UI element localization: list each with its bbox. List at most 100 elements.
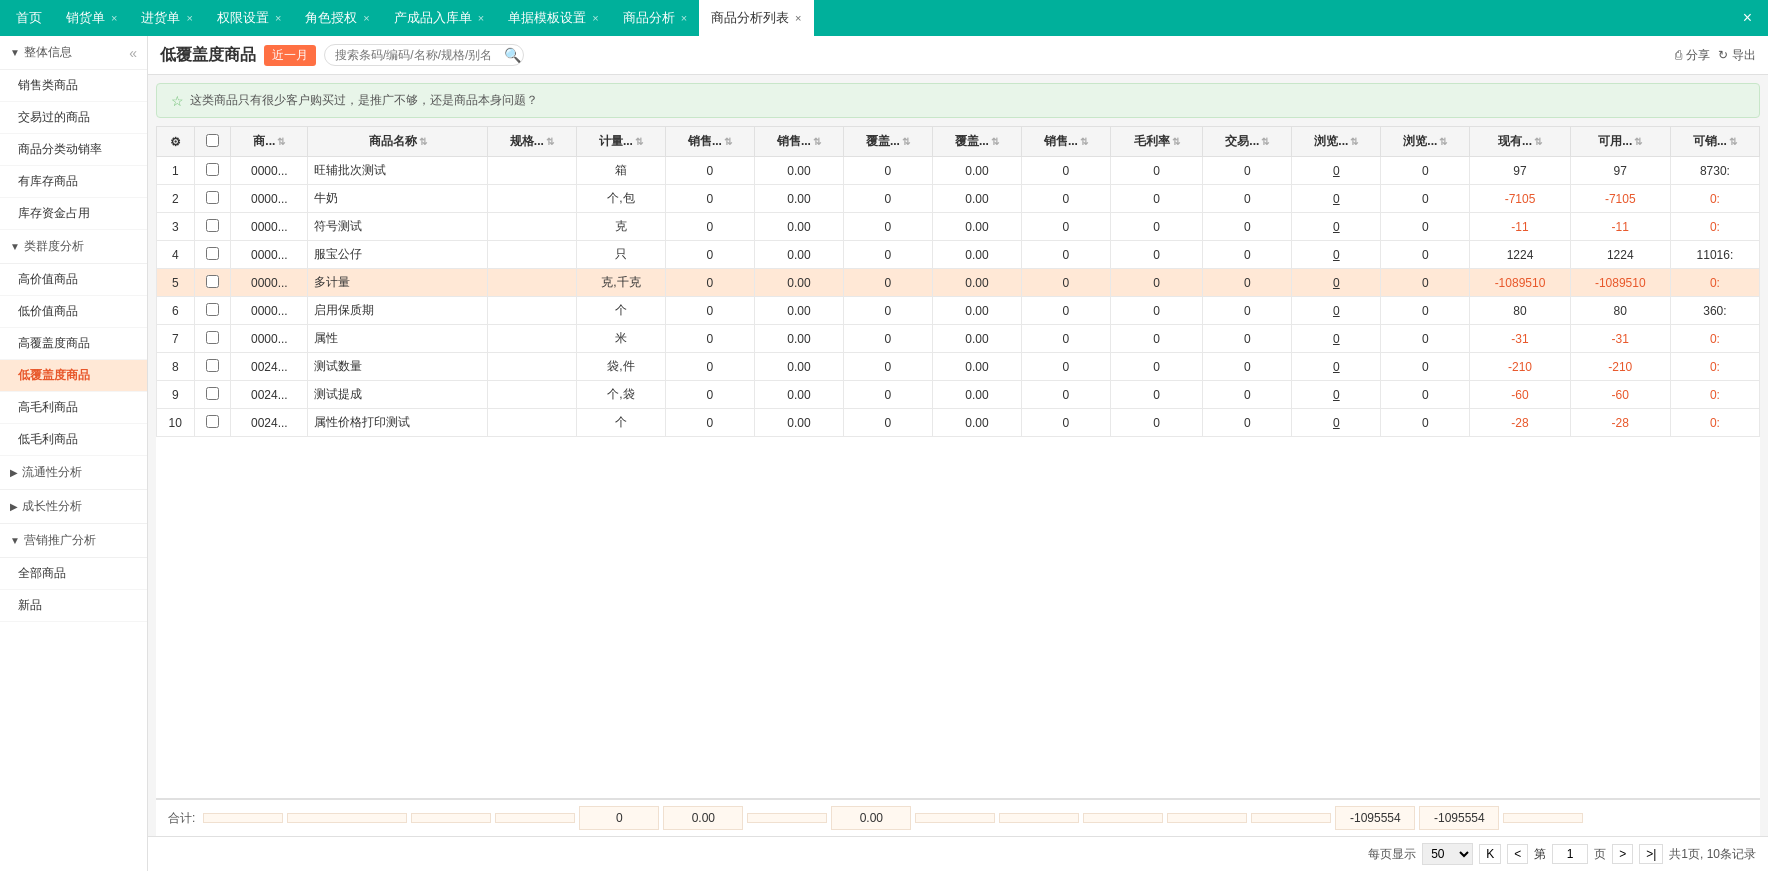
browse-link[interactable]: 0 [1333,360,1340,374]
search-icon-button[interactable]: 🔍 [504,47,521,63]
sidebar-section-circulation[interactable]: ▶ 流通性分析 [0,456,147,490]
close-icon[interactable]: × [795,12,801,24]
sidebar-item-low-margin[interactable]: 低毛利商品 [0,424,147,456]
browse-link[interactable]: 0 [1333,332,1340,346]
prev-page-button[interactable]: < [1507,844,1528,864]
sidebar-item-high-coverage[interactable]: 高覆盖度商品 [0,328,147,360]
row-name: 多计量 [308,269,488,297]
nav-home[interactable]: 首页 [4,0,54,36]
row-check[interactable] [206,275,219,288]
nav-product-analysis-list[interactable]: 商品分析列表 × [699,0,813,36]
browse-link[interactable]: 0 [1333,164,1340,178]
sidebar-section-overall[interactable]: ▼ 整体信息 « [0,36,147,70]
sidebar-item-all-goods[interactable]: 全部商品 [0,558,147,590]
current-page-input[interactable] [1552,844,1588,864]
row-browse1[interactable]: 0 [1292,269,1381,297]
sidebar-section-cluster[interactable]: ▼ 类群度分析 [0,230,147,264]
row-browse1[interactable]: 0 [1292,297,1381,325]
sidebar-item-new-goods[interactable]: 新品 [0,590,147,622]
period-button[interactable]: 近一月 [264,45,316,66]
row-unit: 个 [576,409,665,437]
collapse-icon[interactable]: « [129,45,137,61]
row-coverage1: 0 [843,297,932,325]
row-browse1[interactable]: 0 [1292,409,1381,437]
row-check[interactable] [206,415,219,428]
nav-purchase-order[interactable]: 进货单 × [129,0,204,36]
sidebar-item-high-value[interactable]: 高价值商品 [0,264,147,296]
sidebar-item-high-margin[interactable]: 高毛利商品 [0,392,147,424]
col-checkbox[interactable] [194,127,231,157]
sidebar-item-sales-goods[interactable]: 销售类商品 [0,70,147,102]
sidebar-item-stock-capital[interactable]: 库存资金占用 [0,198,147,230]
row-spec [487,185,576,213]
row-gross: 0 [1110,381,1202,409]
row-name: 属性 [308,325,488,353]
sidebar-item-low-coverage[interactable]: 低覆盖度商品 [0,360,147,392]
sidebar-item-low-value[interactable]: 低价值商品 [0,296,147,328]
close-icon[interactable]: × [592,12,598,24]
row-check[interactable] [206,191,219,204]
total-sales-count: 0 [579,806,659,830]
browse-link[interactable]: 0 [1333,304,1340,318]
nav-sales-order[interactable]: 销货单 × [54,0,129,36]
row-check[interactable] [206,331,219,344]
close-icon[interactable]: × [478,12,484,24]
browse-link[interactable]: 0 [1333,416,1340,430]
row-checkbox[interactable] [194,185,231,213]
sidebar-section-marketing[interactable]: ▼ 营销推广分析 [0,524,147,558]
last-page-button[interactable]: >| [1639,844,1663,864]
row-checkbox[interactable] [194,353,231,381]
sidebar-item-category-rate[interactable]: 商品分类动销率 [0,134,147,166]
row-browse1[interactable]: 0 [1292,157,1381,185]
row-check[interactable] [206,247,219,260]
first-page-button[interactable]: K [1479,844,1501,864]
browse-link[interactable]: 0 [1333,248,1340,262]
browse-link[interactable]: 0 [1333,192,1340,206]
close-icon[interactable]: × [186,12,192,24]
close-icon[interactable]: × [681,12,687,24]
nav-permission[interactable]: 权限设置 × [205,0,293,36]
close-icon[interactable]: × [111,12,117,24]
row-check[interactable] [206,163,219,176]
row-checkbox[interactable] [194,157,231,185]
sidebar-item-traded-goods[interactable]: 交易过的商品 [0,102,147,134]
row-checkbox[interactable] [194,381,231,409]
sidebar-section-growth[interactable]: ▶ 成长性分析 [0,490,147,524]
row-check[interactable] [206,359,219,372]
row-browse1[interactable]: 0 [1292,325,1381,353]
row-browse1[interactable]: 0 [1292,353,1381,381]
row-check[interactable] [206,219,219,232]
sidebar-item-in-stock[interactable]: 有库存商品 [0,166,147,198]
row-browse1[interactable]: 0 [1292,241,1381,269]
export-button[interactable]: ↻ 导出 [1718,47,1756,64]
nav-product-analysis[interactable]: 商品分析 × [611,0,699,36]
select-all-checkbox[interactable] [206,134,219,147]
row-checkbox[interactable] [194,269,231,297]
next-page-button[interactable]: > [1612,844,1633,864]
table-container[interactable]: ⚙ 商...⇅ 商品名称⇅ 规格...⇅ 计量...⇅ 销售...⇅ 销售...… [156,126,1760,798]
row-browse1[interactable]: 0 [1292,185,1381,213]
nav-product-inbound[interactable]: 产成品入库单 × [382,0,496,36]
pagination-bar: 每页显示 50 100 200 K < 第 页 > >| 共1页, 10条记录 [148,836,1768,871]
row-checkbox[interactable] [194,297,231,325]
browse-link[interactable]: 0 [1333,388,1340,402]
browse-link[interactable]: 0 [1333,276,1340,290]
nav-role-auth[interactable]: 角色授权 × [293,0,381,36]
row-browse1[interactable]: 0 [1292,381,1381,409]
nav-template-settings[interactable]: 单据模板设置 × [496,0,610,36]
row-checkbox[interactable] [194,325,231,353]
row-checkbox[interactable] [194,213,231,241]
row-check[interactable] [206,387,219,400]
page-size-select[interactable]: 50 100 200 [1422,843,1473,865]
share-button[interactable]: ⎙ 分享 [1675,47,1710,64]
row-checkbox[interactable] [194,241,231,269]
browse-link[interactable]: 0 [1333,220,1340,234]
row-browse1[interactable]: 0 [1292,213,1381,241]
search-input[interactable] [324,44,524,66]
col-settings[interactable]: ⚙ [157,127,195,157]
close-icon[interactable]: × [363,12,369,24]
close-icon[interactable]: × [275,12,281,24]
window-close-button[interactable]: × [1731,9,1764,27]
row-check[interactable] [206,303,219,316]
row-checkbox[interactable] [194,409,231,437]
